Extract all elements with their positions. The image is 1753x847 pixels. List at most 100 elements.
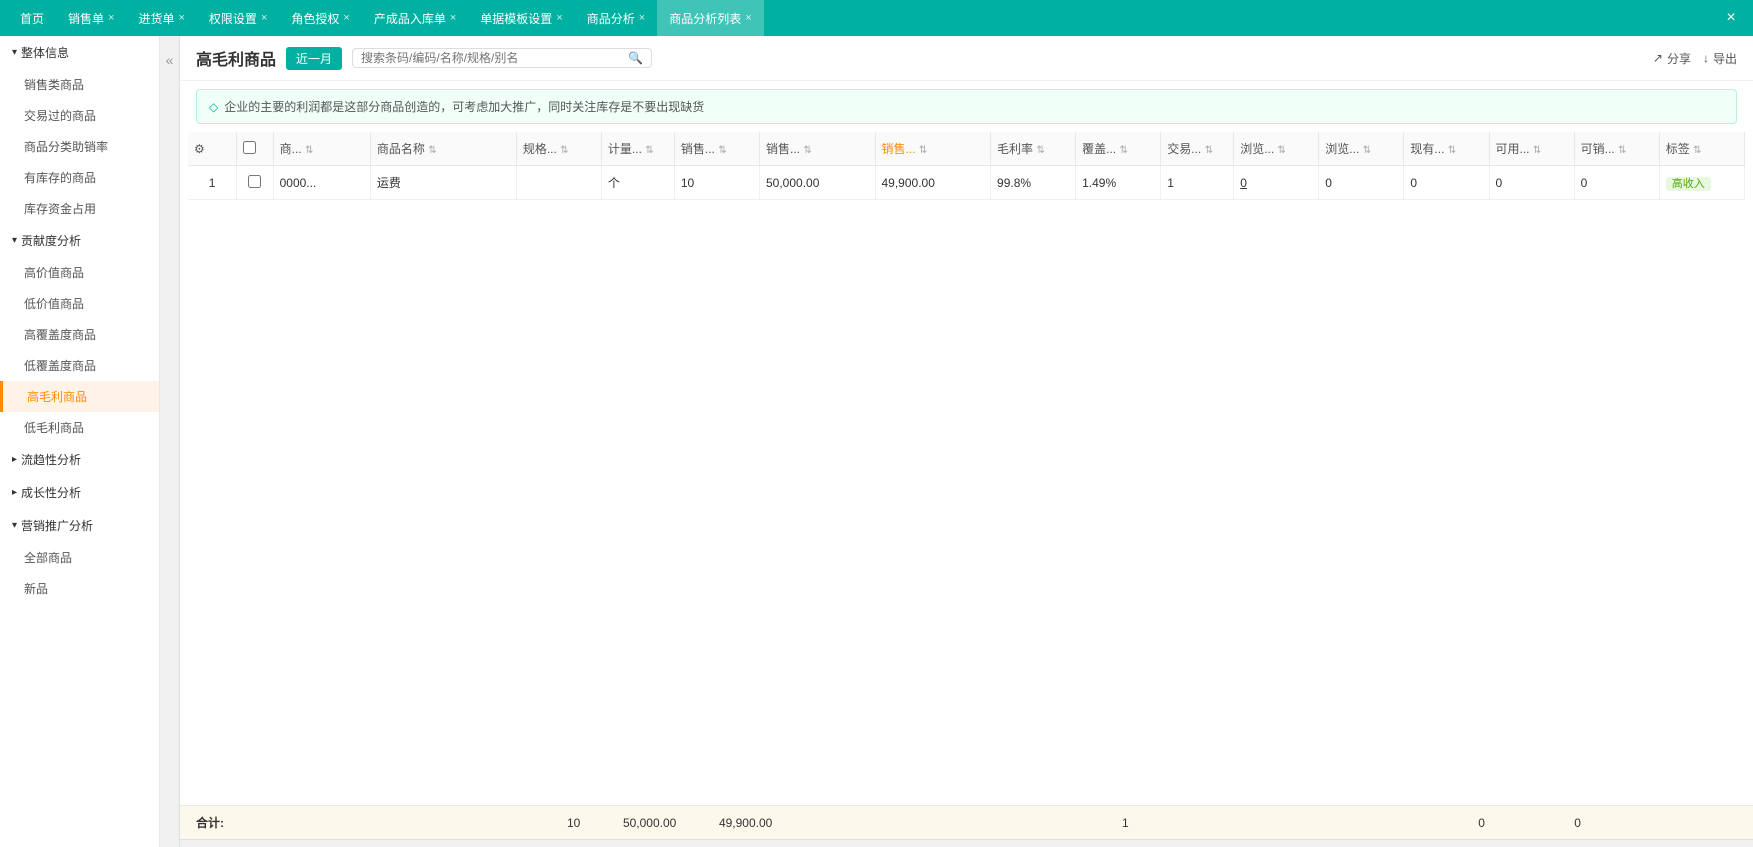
sidebar-item-new-goods[interactable]: 新品 (0, 573, 159, 604)
share-button[interactable]: ↗ 分享 (1653, 50, 1691, 67)
tab-template-settings[interactable]: 单据模板设置 × (468, 0, 574, 36)
select-all-checkbox[interactable] (243, 141, 256, 154)
sidebar-group-trend[interactable]: ▸ 流趋性分析 (0, 443, 159, 476)
sort-stock1-icon: ⇅ (1448, 145, 1456, 156)
col-header-sales-amt[interactable]: 销售... ⇅ (759, 132, 875, 166)
tab-product-analysis-list[interactable]: 商品分析列表 × (657, 0, 763, 36)
close-sales-order-icon[interactable]: × (108, 12, 114, 24)
sort-cover-icon: ⇅ (1119, 145, 1127, 156)
cell-gross-rate: 99.8% (991, 166, 1076, 200)
sidebar-item-stocked-goods[interactable]: 有库存的商品 (0, 162, 159, 193)
col-header-sales-cost[interactable]: 销售... ⇅ (875, 132, 991, 166)
col-header-stock1[interactable]: 现有... ⇅ (1404, 132, 1489, 166)
col-header-settings[interactable]: ⚙ (188, 132, 237, 166)
main-layout: ▾ 整体信息 销售类商品 交易过的商品 商品分类助销率 有库存的商品 库存资金占… (0, 36, 1753, 847)
sidebar-item-stock-capital[interactable]: 库存资金占用 (0, 193, 159, 224)
sidebar-toggle-button[interactable]: « (160, 36, 180, 847)
horizontal-scrollbar[interactable] (180, 839, 1753, 847)
sidebar-item-low-value[interactable]: 低价值商品 (0, 288, 159, 319)
search-icon[interactable]: 🔍 (628, 51, 643, 65)
tab-home[interactable]: 首页 (8, 0, 56, 36)
sort-code-icon: ⇅ (305, 145, 313, 156)
col-header-unit[interactable]: 计量... ⇅ (601, 132, 674, 166)
header-actions: ↗ 分享 ↓ 导出 (1653, 50, 1737, 67)
col-header-browse1[interactable]: 浏览... ⇅ (1234, 132, 1319, 166)
tag-badge: 高收入 (1666, 177, 1711, 191)
close-template-icon[interactable]: × (556, 12, 562, 24)
tab-product-analysis[interactable]: 商品分析 × (575, 0, 657, 36)
cell-sales-amt: 50,000.00 (759, 166, 875, 200)
sidebar-group-overview[interactable]: ▾ 整体信息 (0, 36, 159, 69)
sidebar-item-high-coverage[interactable]: 高覆盖度商品 (0, 319, 159, 350)
cell-index: 1 (188, 166, 237, 200)
col-header-tag[interactable]: 标签 ⇅ (1659, 132, 1744, 166)
cell-checkbox[interactable] (237, 166, 273, 200)
col-header-cover[interactable]: 覆盖... ⇅ (1076, 132, 1161, 166)
table-container[interactable]: ⚙ 商... ⇅ 商品名称 ⇅ (180, 132, 1753, 805)
collapse-icon: « (166, 52, 174, 68)
tab-product-storage[interactable]: 产成品入库单 × (362, 0, 468, 36)
browse1-link[interactable]: 0 (1240, 176, 1247, 190)
cell-sales-qty: 10 (674, 166, 759, 200)
sidebar-item-low-gross[interactable]: 低毛利商品 (0, 412, 159, 443)
table-row: 1 0000... 运费 个 10 50,000.00 49,900.00 99… (188, 166, 1745, 200)
close-product-analysis-list-icon[interactable]: × (745, 12, 751, 24)
close-purchase-order-icon[interactable]: × (178, 12, 184, 24)
cell-stock2: 0 (1489, 166, 1574, 200)
close-product-storage-icon[interactable]: × (450, 12, 456, 24)
sort-browse1-icon: ⇅ (1278, 145, 1286, 156)
col-header-name[interactable]: 商品名称 ⇅ (370, 132, 516, 166)
col-header-gross-rate[interactable]: 毛利率 ⇅ (991, 132, 1076, 166)
share-icon: ↗ (1653, 51, 1663, 65)
sort-unit-icon: ⇅ (645, 145, 653, 156)
sort-name-icon: ⇅ (428, 145, 436, 156)
tab-role-auth[interactable]: 角色授权 × (279, 0, 361, 36)
sort-tag-icon: ⇅ (1693, 145, 1701, 156)
close-role-auth-icon[interactable]: × (343, 12, 349, 24)
content-header: 高毛利商品 近一月 🔍 ↗ 分享 ↓ 导出 (180, 36, 1753, 81)
tab-sales-order[interactable]: 销售单 × (56, 0, 126, 36)
col-header-trade[interactable]: 交易... ⇅ (1161, 132, 1234, 166)
cell-browse1[interactable]: 0 (1234, 166, 1319, 200)
row-checkbox[interactable] (248, 175, 261, 188)
sidebar-item-low-coverage[interactable]: 低覆盖度商品 (0, 350, 159, 381)
sidebar-item-high-gross[interactable]: 高毛利商品 (0, 381, 159, 412)
table-header-row: ⚙ 商... ⇅ 商品名称 ⇅ (188, 132, 1745, 166)
settings-icon: ⚙ (194, 142, 205, 156)
export-icon: ↓ (1703, 51, 1709, 65)
sidebar-item-all-goods[interactable]: 全部商品 (0, 542, 159, 573)
sidebar-item-high-value[interactable]: 高价值商品 (0, 257, 159, 288)
sidebar-item-category-rate[interactable]: 商品分类助销率 (0, 131, 159, 162)
sidebar-group-marketing[interactable]: ▾ 营销推广分析 (0, 509, 159, 542)
window-close-button[interactable]: × (1717, 4, 1745, 32)
col-header-browse2[interactable]: 浏览... ⇅ (1319, 132, 1404, 166)
tab-permission-settings[interactable]: 权限设置 × (197, 0, 279, 36)
col-header-checkbox[interactable] (237, 132, 273, 166)
footer-stock2: 0 (1501, 816, 1581, 830)
sidebar-group-contribution[interactable]: ▾ 贡献度分析 (0, 224, 159, 257)
footer-stock1: 0 (1405, 816, 1485, 830)
sidebar-item-traded-goods[interactable]: 交易过的商品 (0, 100, 159, 131)
close-permission-icon[interactable]: × (261, 12, 267, 24)
col-header-sell[interactable]: 可销... ⇅ (1574, 132, 1659, 166)
close-product-analysis-icon[interactable]: × (639, 12, 645, 24)
col-header-stock2[interactable]: 可用... ⇅ (1489, 132, 1574, 166)
cell-cover: 1.49% (1076, 166, 1161, 200)
cell-tag: 高收入 (1659, 166, 1744, 200)
export-button[interactable]: ↓ 导出 (1703, 50, 1737, 67)
col-header-sales-qty[interactable]: 销售... ⇅ (674, 132, 759, 166)
footer-sales-cost: 49,900.00 (692, 816, 772, 830)
search-input[interactable] (361, 51, 624, 65)
sidebar-group-growth[interactable]: ▸ 成长性分析 (0, 476, 159, 509)
chevron-down-icon: ▾ (12, 47, 17, 58)
col-header-code[interactable]: 商... ⇅ (273, 132, 370, 166)
time-filter-button[interactable]: 近一月 (286, 47, 342, 70)
col-header-spec[interactable]: 规格... ⇅ (516, 132, 601, 166)
footer-sales-qty: 10 (500, 816, 580, 830)
cell-unit: 个 (601, 166, 674, 200)
content-area: 高毛利商品 近一月 🔍 ↗ 分享 ↓ 导出 ◇ 企业的主要的利润都是这部分商品创… (180, 36, 1753, 847)
tab-purchase-order[interactable]: 进货单 × (126, 0, 196, 36)
sort-sales-amt-icon: ⇅ (803, 145, 811, 156)
sort-spec-icon: ⇅ (560, 145, 568, 156)
sidebar-item-sales-goods[interactable]: 销售类商品 (0, 69, 159, 100)
